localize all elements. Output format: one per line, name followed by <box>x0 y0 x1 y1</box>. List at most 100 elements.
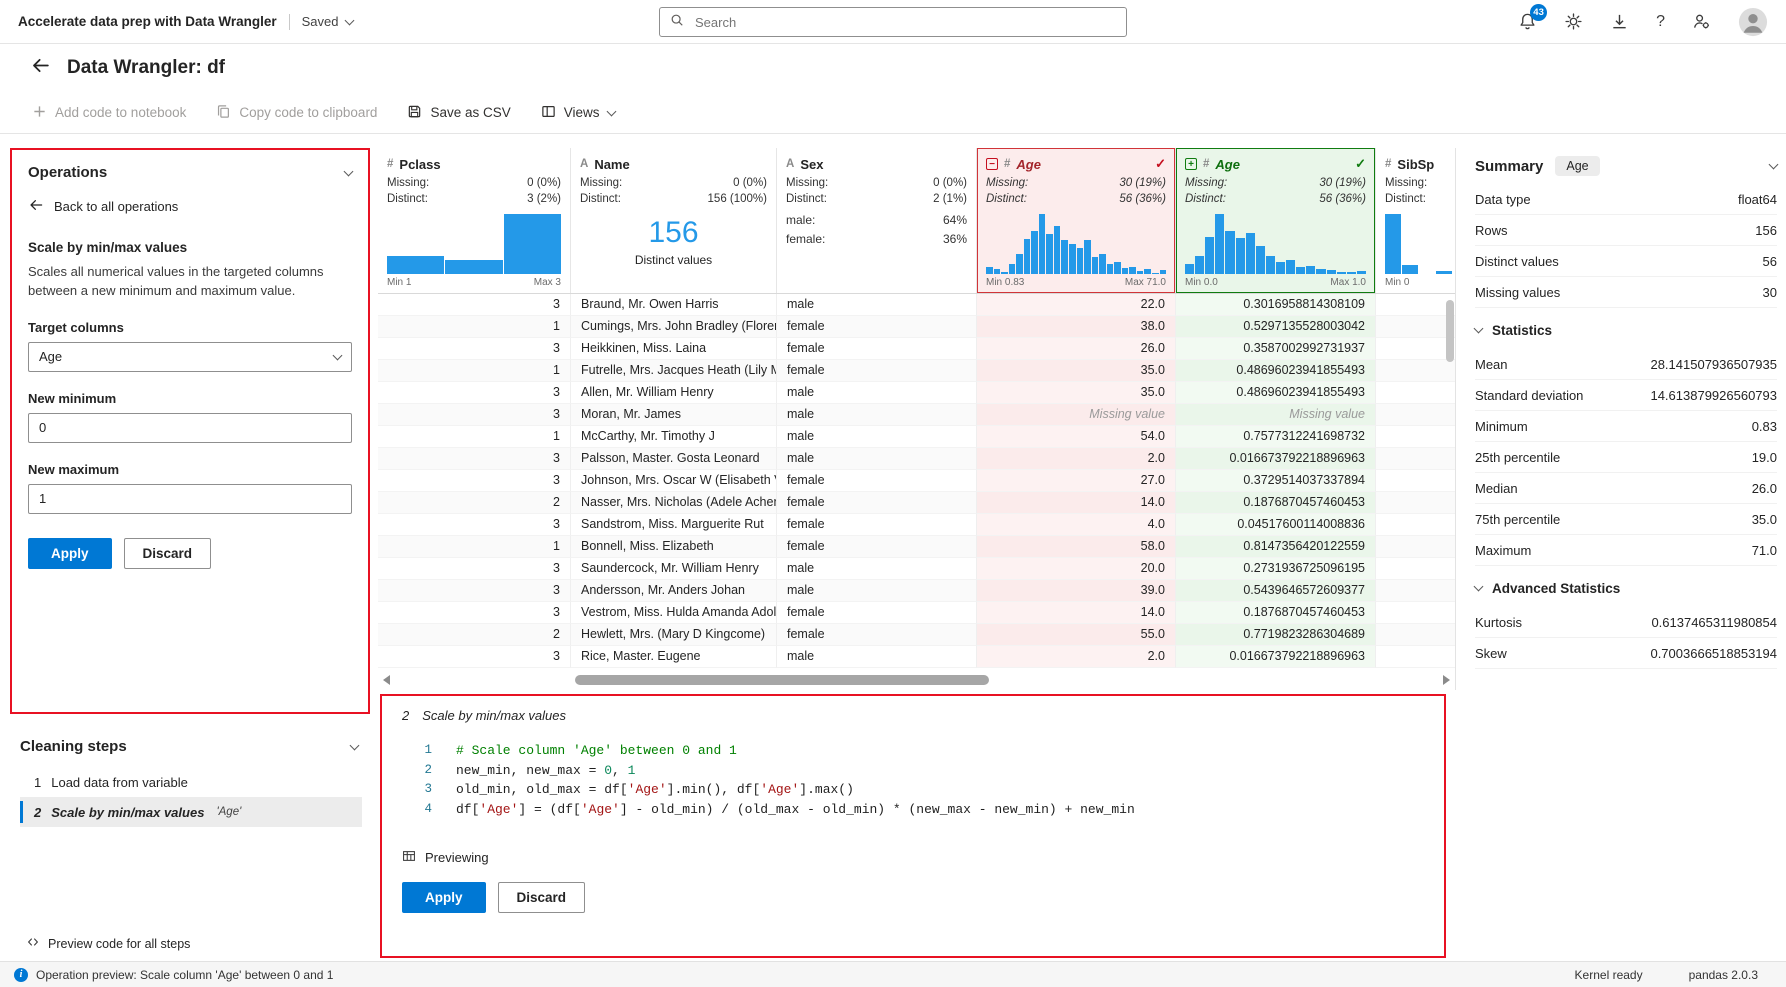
grid-cell[interactable]: 2.0 <box>977 448 1176 470</box>
column-header-age_new[interactable]: + # Age ✓ Missing: 30 (19%) Distinct: 56 (36%) M… <box>1176 148 1376 293</box>
advanced-statistics-section-header[interactable]: Advanced Statistics <box>1473 569 1777 607</box>
grid-cell[interactable]: male <box>777 646 977 668</box>
grid-cell[interactable]: Bonnell, Miss. Elizabeth <box>571 536 777 558</box>
grid-cell[interactable] <box>1376 470 1455 492</box>
copy-code-button[interactable]: Copy code to clipboard <box>216 104 377 122</box>
grid-cell[interactable]: 39.0 <box>977 580 1176 602</box>
grid-cell[interactable] <box>1376 492 1455 514</box>
grid-cell[interactable] <box>1376 558 1455 580</box>
new-maximum-input[interactable] <box>28 483 352 514</box>
grid-cell[interactable]: Rice, Master. Eugene <box>571 646 777 668</box>
grid-cell[interactable]: Braund, Mr. Owen Harris <box>571 294 777 316</box>
grid-cell[interactable]: Palsson, Master. Gosta Leonard <box>571 448 777 470</box>
grid-cell[interactable] <box>1376 536 1455 558</box>
grid-cell[interactable]: 1 <box>378 360 571 382</box>
grid-cell[interactable]: 0.8147356420122559 <box>1176 536 1376 558</box>
grid-cell[interactable]: 0.5297135528003042 <box>1176 316 1376 338</box>
grid-cell[interactable] <box>1376 360 1455 382</box>
admin-people-icon[interactable] <box>1692 12 1711 31</box>
horizontal-scrollbar[interactable] <box>378 672 1455 688</box>
save-as-csv-button[interactable]: Save as CSV <box>407 104 511 122</box>
pandas-version[interactable]: pandas 2.0.3 <box>1689 968 1758 982</box>
scroll-right-arrow-icon[interactable] <box>1443 675 1450 685</box>
grid-cell[interactable]: Futrelle, Mrs. Jacques Heath (Lily Ma <box>571 360 777 382</box>
preview-code-all-steps-button[interactable]: Preview code for all steps <box>26 935 190 952</box>
grid-cell[interactable]: 3 <box>378 646 571 668</box>
search-box[interactable] <box>659 7 1127 37</box>
code-editor[interactable]: 1 # Scale column 'Age' between 0 and 1 2 ne… <box>402 741 1424 819</box>
grid-cell[interactable] <box>1376 646 1455 668</box>
column-header-pclass[interactable]: # Pclass Missing: 0 (0%) Distinct: 3 (2%) Min … <box>378 148 571 293</box>
grid-cell[interactable]: 55.0 <box>977 624 1176 646</box>
grid-cell[interactable]: Hewlett, Mrs. (Mary D Kingcome) <box>571 624 777 646</box>
grid-cell[interactable]: 0.3587002992731937 <box>1176 338 1376 360</box>
discard-button[interactable]: Discard <box>123 537 212 569</box>
scroll-left-arrow-icon[interactable] <box>383 675 390 685</box>
chevron-down-icon[interactable] <box>1768 159 1779 170</box>
grid-cell[interactable] <box>1376 338 1455 360</box>
grid-cell[interactable]: 0.7577312241698732 <box>1176 426 1376 448</box>
grid-cell[interactable]: 0.3729514037337894 <box>1176 470 1376 492</box>
vertical-scroll-thumb[interactable] <box>1446 300 1454 362</box>
grid-cell[interactable]: male <box>777 294 977 316</box>
grid-cell[interactable]: 1 <box>378 536 571 558</box>
grid-cell[interactable]: 2.0 <box>977 646 1176 668</box>
grid-cell[interactable]: male <box>777 448 977 470</box>
grid-cell[interactable]: Missing value <box>1176 404 1376 426</box>
grid-cell[interactable]: 3 <box>378 470 571 492</box>
cleaning-step[interactable]: 1 Load data from variable <box>20 767 362 797</box>
avatar[interactable] <box>1738 7 1768 37</box>
grid-cell[interactable]: 0.5439646572609377 <box>1176 580 1376 602</box>
new-minimum-input[interactable] <box>28 412 352 443</box>
grid-cell[interactable]: 3 <box>378 580 571 602</box>
grid-cell[interactable]: 0.04517600114008836 <box>1176 514 1376 536</box>
back-icon[interactable] <box>30 55 51 81</box>
grid-cell[interactable]: female <box>777 514 977 536</box>
column-check-icon[interactable]: ✓ <box>1355 156 1366 172</box>
grid-cell[interactable]: 3 <box>378 558 571 580</box>
column-header-sibsp[interactable]: # SibSp Missing: Distinct: Min 0 <box>1376 148 1455 293</box>
grid-cell[interactable]: female <box>777 536 977 558</box>
grid-cell[interactable]: 4.0 <box>977 514 1176 536</box>
grid-cell[interactable]: female <box>777 602 977 624</box>
grid-cell[interactable] <box>1376 624 1455 646</box>
grid-cell[interactable] <box>1376 448 1455 470</box>
grid-cell[interactable]: 26.0 <box>977 338 1176 360</box>
grid-cell[interactable]: Sandstrom, Miss. Marguerite Rut <box>571 514 777 536</box>
download-icon[interactable] <box>1610 12 1629 31</box>
grid-cell[interactable]: male <box>777 580 977 602</box>
code-discard-button[interactable]: Discard <box>497 882 586 913</box>
grid-cell[interactable]: male <box>777 426 977 448</box>
column-check-icon[interactable]: ✓ <box>1155 156 1166 172</box>
grid-cell[interactable]: Allen, Mr. William Henry <box>571 382 777 404</box>
grid-cell[interactable]: 0.3016958814308109 <box>1176 294 1376 316</box>
grid-cell[interactable]: 38.0 <box>977 316 1176 338</box>
settings-gear-icon[interactable] <box>1564 12 1583 31</box>
grid-cell[interactable]: 2 <box>378 624 571 646</box>
back-to-operations-link[interactable]: Back to all operations <box>28 197 352 216</box>
grid-cell[interactable]: 22.0 <box>977 294 1176 316</box>
grid-cell[interactable] <box>1376 514 1455 536</box>
grid-cell[interactable]: 27.0 <box>977 470 1176 492</box>
grid-cell[interactable]: Andersson, Mr. Anders Johan <box>571 580 777 602</box>
grid-cell[interactable]: 14.0 <box>977 602 1176 624</box>
grid-cell[interactable] <box>1376 404 1455 426</box>
grid-cell[interactable]: 0.1876870457460453 <box>1176 602 1376 624</box>
kernel-status[interactable]: Kernel ready <box>1575 968 1643 982</box>
grid-cell[interactable]: Johnson, Mrs. Oscar W (Elisabeth Vil <box>571 470 777 492</box>
grid-cell[interactable]: Cumings, Mrs. John Bradley (Florenc <box>571 316 777 338</box>
add-code-to-notebook-button[interactable]: Add code to notebook <box>32 104 186 122</box>
grid-cell[interactable]: 54.0 <box>977 426 1176 448</box>
horizontal-scroll-thumb[interactable] <box>574 675 989 685</box>
grid-cell[interactable]: 0.2731936725096195 <box>1176 558 1376 580</box>
grid-cell[interactable]: Saundercock, Mr. William Henry <box>571 558 777 580</box>
grid-cell[interactable]: 3 <box>378 602 571 624</box>
grid-cell[interactable]: 0.7719823286304689 <box>1176 624 1376 646</box>
grid-cell[interactable]: 35.0 <box>977 360 1176 382</box>
help-icon[interactable]: ? <box>1656 13 1665 31</box>
grid-cell[interactable]: 1 <box>378 426 571 448</box>
grid-cell[interactable]: 3 <box>378 382 571 404</box>
grid-cell[interactable] <box>1376 316 1455 338</box>
grid-cell[interactable]: Moran, Mr. James <box>571 404 777 426</box>
vertical-scrollbar[interactable] <box>1446 298 1454 668</box>
